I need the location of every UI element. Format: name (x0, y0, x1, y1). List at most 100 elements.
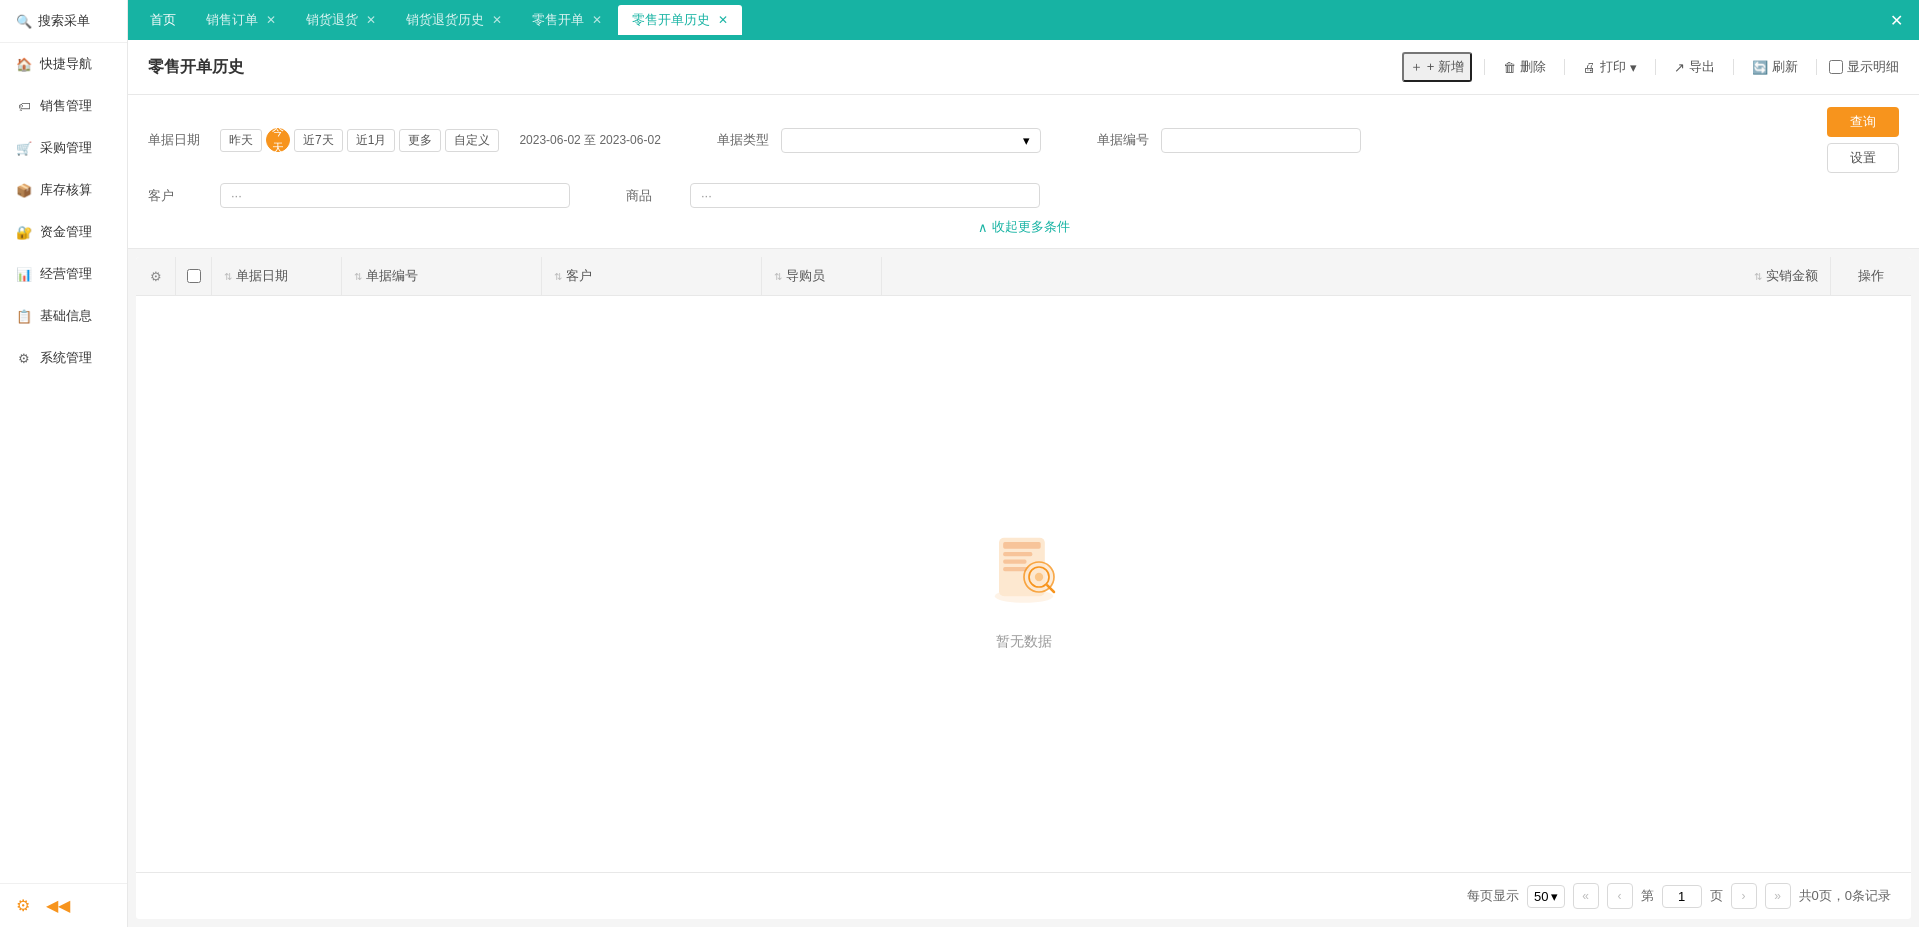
date-filter-label: 单据日期 (148, 131, 204, 149)
filter-row-1: 单据日期 昨天 今天 近7天 近1月 更多 自定义 2023-06-02 至 2… (148, 107, 1899, 173)
sidebar-item-label: 资金管理 (40, 223, 92, 241)
svg-rect-3 (1003, 552, 1032, 556)
divider-5 (1816, 59, 1817, 75)
settings-filter-button[interactable]: 设置 (1827, 143, 1899, 173)
display-toggle-checkbox[interactable] (1829, 60, 1843, 74)
page-size-value: 50 (1534, 889, 1548, 904)
th-customer[interactable]: ⇅ 客户 (542, 257, 762, 295)
tab-retail-open-close[interactable]: ✕ (592, 14, 602, 26)
custom-btn[interactable]: 自定义 (445, 129, 499, 152)
tab-home[interactable]: 首页 (136, 5, 190, 35)
sidebar-item-operations[interactable]: 📊 经营管理 (0, 253, 127, 295)
no-input[interactable] (1161, 128, 1361, 153)
cart-icon: 🛒 (16, 140, 32, 156)
sidebar-item-inventory[interactable]: 📦 库存核算 (0, 169, 127, 211)
week-btn[interactable]: 近7天 (294, 129, 343, 152)
sidebar-item-sales-mgmt[interactable]: 🏷 销售管理 (0, 85, 127, 127)
tab-sales-return-history-label: 销货退货历史 (406, 11, 484, 29)
home-icon: 🏠 (16, 56, 32, 72)
month-btn[interactable]: 近1月 (347, 129, 396, 152)
tab-sales-return-label: 销货退货 (306, 11, 358, 29)
page-title: 零售开单历史 (148, 57, 244, 78)
display-toggle[interactable]: 显示明细 (1829, 58, 1899, 76)
page-size-select[interactable]: 50 ▾ (1527, 885, 1564, 908)
export-label: 导出 (1689, 58, 1715, 76)
type-select[interactable]: ▾ (781, 128, 1041, 153)
svg-rect-2 (1003, 542, 1040, 549)
next-page-btn[interactable]: › (1731, 883, 1757, 909)
th-guide[interactable]: ⇅ 导购员 (762, 257, 882, 295)
tab-retail-open-history-close[interactable]: ✕ (718, 14, 728, 26)
date-buttons: 昨天 今天 近7天 近1月 更多 自定义 (220, 128, 499, 152)
sidebar-item-finance[interactable]: 🔐 资金管理 (0, 211, 127, 253)
page-input[interactable] (1662, 885, 1702, 908)
collapse-button[interactable]: ∧ 收起更多条件 (148, 218, 1899, 236)
print-icon: 🖨 (1583, 60, 1596, 75)
today-btn[interactable]: 今天 (266, 128, 290, 152)
export-button[interactable]: ↗ 导出 (1668, 54, 1721, 80)
table-select-all[interactable] (176, 257, 212, 295)
sort-icon-no: ⇅ (354, 271, 362, 282)
sidebar-item-label: 系统管理 (40, 349, 92, 367)
tab-sales-return-close[interactable]: ✕ (366, 14, 376, 26)
refresh-icon: 🔄 (1752, 60, 1768, 75)
type-filter-label: 单据类型 (717, 131, 773, 149)
collapse-sidebar-icon[interactable]: ◀◀ (46, 896, 70, 915)
tab-retail-open[interactable]: 零售开单 ✕ (518, 5, 616, 35)
th-no[interactable]: ⇅ 单据编号 (342, 257, 542, 295)
sidebar-item-basics[interactable]: 📋 基础信息 (0, 295, 127, 337)
delete-icon: 🗑 (1503, 60, 1516, 75)
print-dropdown-icon: ▾ (1630, 60, 1637, 75)
add-button[interactable]: ＋ + 新增 (1402, 52, 1472, 82)
tab-sales-order-close[interactable]: ✕ (266, 14, 276, 26)
refresh-button[interactable]: 🔄 刷新 (1746, 54, 1804, 80)
th-action: 操作 (1831, 257, 1911, 295)
tab-sales-order[interactable]: 销售订单 ✕ (192, 5, 290, 35)
print-button[interactable]: 🖨 打印 ▾ (1577, 54, 1643, 80)
svg-point-9 (1034, 573, 1042, 581)
yesterday-btn[interactable]: 昨天 (220, 129, 262, 152)
content-area: 零售开单历史 ＋ + 新增 🗑 删除 🖨 打印 ▾ (128, 40, 1919, 927)
settings-icon[interactable]: ⚙ (16, 896, 30, 915)
add-icon: ＋ (1410, 58, 1423, 76)
tab-sales-return-history-close[interactable]: ✕ (492, 14, 502, 26)
empty-state: 暂无数据 (136, 296, 1911, 872)
tab-sales-return-history[interactable]: 销货退货历史 ✕ (392, 5, 516, 35)
goods-filter-label: 商品 (626, 187, 682, 205)
th-customer-label: 客户 (566, 267, 592, 285)
table-area: ⚙ ⇅ 单据日期 ⇅ 单据编号 ⇅ 客户 ⇅ 导购员 (136, 257, 1911, 919)
sidebar-item-label: 基础信息 (40, 307, 92, 325)
table-header: ⚙ ⇅ 单据日期 ⇅ 单据编号 ⇅ 客户 ⇅ 导购员 (136, 257, 1911, 296)
first-page-btn[interactable]: « (1573, 883, 1599, 909)
divider-1 (1484, 59, 1485, 75)
window-close-button[interactable]: ✕ (1882, 11, 1911, 30)
sort-icon-up: ⇅ (224, 271, 232, 282)
tab-retail-open-history[interactable]: 零售开单历史 ✕ (618, 5, 742, 35)
last-page-btn[interactable]: » (1765, 883, 1791, 909)
delete-button[interactable]: 🗑 删除 (1497, 54, 1552, 80)
sidebar-item-quick-nav[interactable]: 🏠 快捷导航 (0, 43, 127, 85)
divider-2 (1564, 59, 1565, 75)
tab-sales-return[interactable]: 销货退货 ✕ (292, 5, 390, 35)
svg-rect-4 (1003, 560, 1026, 564)
th-amount-label: 实销金额 (1766, 267, 1818, 285)
box-icon: 📦 (16, 182, 32, 198)
customer-input[interactable]: ··· (220, 183, 570, 208)
th-action-label: 操作 (1858, 267, 1884, 285)
th-date[interactable]: ⇅ 单据日期 (212, 257, 342, 295)
goods-input[interactable]: ··· (690, 183, 1040, 208)
page-of-label: 页 (1710, 887, 1723, 905)
select-all-checkbox[interactable] (187, 269, 201, 283)
search-button[interactable]: 查询 (1827, 107, 1899, 137)
sidebar-item-purchase-mgmt[interactable]: 🛒 采购管理 (0, 127, 127, 169)
table-settings-btn[interactable]: ⚙ (136, 257, 176, 295)
gear-icon: ⚙ (16, 350, 32, 366)
more-btn[interactable]: 更多 (399, 129, 441, 152)
divider-3 (1655, 59, 1656, 75)
sidebar-nav: 🏠 快捷导航 🏷 销售管理 🛒 采购管理 📦 库存核算 🔐 资金管理 📊 经营管… (0, 43, 127, 883)
sidebar-search[interactable]: 🔍 搜索采单 (0, 0, 127, 43)
goods-ellipsis: ··· (701, 188, 712, 203)
prev-page-btn[interactable]: ‹ (1607, 883, 1633, 909)
th-amount[interactable]: ⇅ 实销金额 (882, 257, 1831, 295)
sidebar-item-system[interactable]: ⚙ 系统管理 (0, 337, 127, 379)
